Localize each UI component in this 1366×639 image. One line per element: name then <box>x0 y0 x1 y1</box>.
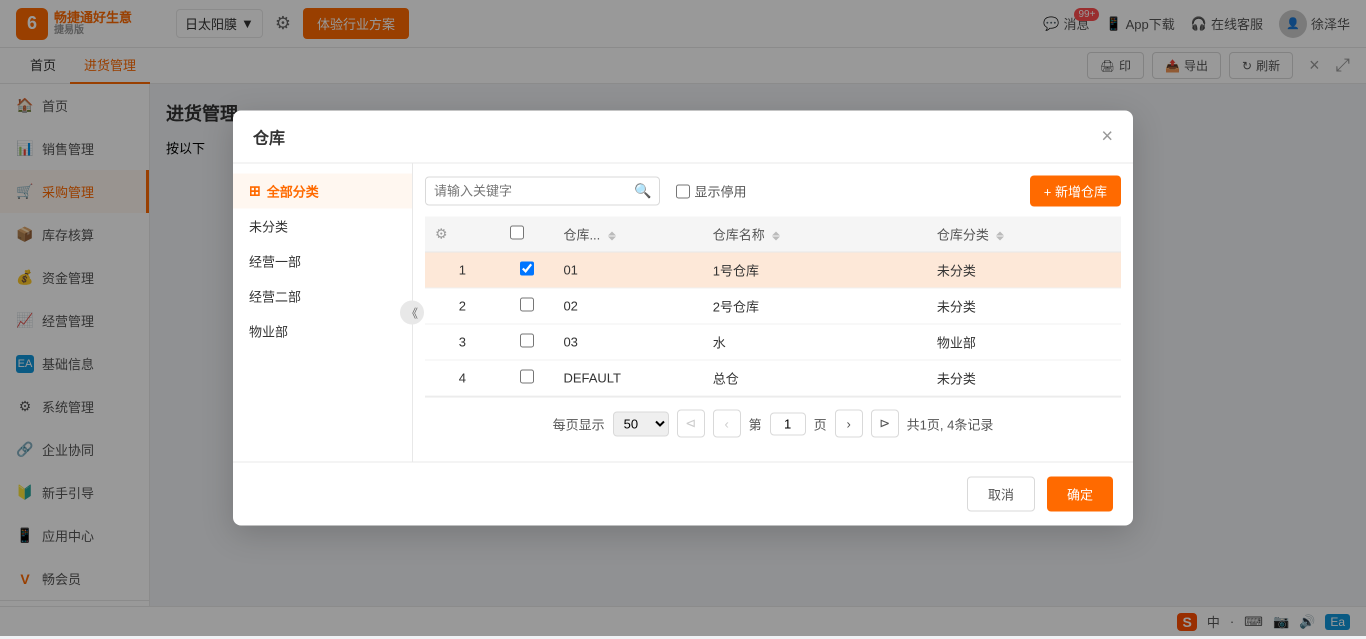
row-check <box>500 324 554 360</box>
table-header-row: ⚙ 仓库... 仓库名称 <box>425 217 1121 253</box>
cancel-button[interactable]: 取消 <box>967 477 1035 512</box>
category-item-ops1[interactable]: 经营一部 <box>233 244 412 279</box>
pagination: 每页显示 10 20 50 100 ⊲ ‹ 第 页 › ⊳ 共1页, 4条记录 <box>425 397 1121 450</box>
category-all-item[interactable]: ⊞ 全部分类 <box>233 174 412 209</box>
first-page-button[interactable]: ⊲ <box>677 410 705 438</box>
category-item-unclassified[interactable]: 未分类 <box>233 209 412 244</box>
row-seq: 1 <box>425 252 500 288</box>
search-wrap: 🔍 <box>425 177 660 206</box>
table-body: 1 01 1号仓库 未分类 2 02 2号仓库 未分类 3 03 水 物业部 4… <box>425 252 1121 396</box>
row-name: 2号仓库 <box>703 288 927 324</box>
row-checkbox[interactable] <box>520 262 534 276</box>
category-item-property[interactable]: 物业部 <box>233 314 412 349</box>
search-input[interactable] <box>426 179 626 204</box>
settings-col-header: ⚙ <box>425 217 500 253</box>
row-name: 总仓 <box>703 360 927 396</box>
dialog-title: 仓库 <box>253 125 285 149</box>
row-check <box>500 288 554 324</box>
show-disabled-checkbox[interactable] <box>676 184 690 198</box>
row-seq: 3 <box>425 324 500 360</box>
row-code: DEFAULT <box>553 360 702 396</box>
row-checkbox[interactable] <box>520 334 534 348</box>
row-seq: 2 <box>425 288 500 324</box>
col-settings-icon[interactable]: ⚙ <box>435 226 448 242</box>
next-page-button[interactable]: › <box>835 410 863 438</box>
collapse-button[interactable]: 《 <box>400 301 424 325</box>
table-row[interactable]: 3 03 水 物业部 <box>425 324 1121 360</box>
page-label: 第 <box>749 414 762 433</box>
search-button[interactable]: 🔍 <box>626 178 659 205</box>
name-sort-icon <box>772 232 780 241</box>
show-disabled-label: 显示停用 <box>694 182 746 201</box>
page-input[interactable] <box>770 412 806 435</box>
total-info: 共1页, 4条记录 <box>907 414 994 433</box>
row-category: 未分类 <box>927 360 1121 396</box>
category-panel: ⊞ 全部分类 未分类 经营一部 经营二部 物业部 《 <box>233 164 413 462</box>
row-seq: 4 <box>425 360 500 396</box>
warehouse-dialog: 仓库 × ⊞ 全部分类 未分类 经营一部 经营二部 物业部 《 🔍 <box>233 111 1133 526</box>
last-page-button[interactable]: ⊳ <box>871 410 899 438</box>
category-item-ops2[interactable]: 经营二部 <box>233 279 412 314</box>
confirm-button[interactable]: 确定 <box>1047 477 1113 512</box>
row-name: 1号仓库 <box>703 252 927 288</box>
dialog-close-button[interactable]: × <box>1101 127 1113 147</box>
row-check <box>500 252 554 288</box>
table-row[interactable]: 2 02 2号仓库 未分类 <box>425 288 1121 324</box>
check-col-header <box>500 217 554 253</box>
category-col-header[interactable]: 仓库分类 <box>927 217 1121 253</box>
code-sort-icon <box>608 232 616 241</box>
grid-icon: ⊞ <box>249 183 261 200</box>
table-toolbar: 🔍 显示停用 + 新增仓库 <box>425 176 1121 207</box>
category-sort-icon <box>996 232 1004 241</box>
table-row[interactable]: 4 DEFAULT 总仓 未分类 <box>425 360 1121 396</box>
dialog-header: 仓库 × <box>233 111 1133 164</box>
table-panel: 🔍 显示停用 + 新增仓库 ⚙ <box>413 164 1133 462</box>
row-check <box>500 360 554 396</box>
dialog-footer: 取消 确定 <box>233 462 1133 526</box>
row-category: 物业部 <box>927 324 1121 360</box>
warehouse-table: ⚙ 仓库... 仓库名称 <box>425 217 1121 397</box>
row-category: 未分类 <box>927 288 1121 324</box>
row-category: 未分类 <box>927 252 1121 288</box>
page-size-select[interactable]: 10 20 50 100 <box>613 411 669 436</box>
page-suffix: 页 <box>814 414 827 433</box>
row-name: 水 <box>703 324 927 360</box>
show-disabled-wrap: 显示停用 <box>676 182 746 201</box>
table-row[interactable]: 1 01 1号仓库 未分类 <box>425 252 1121 288</box>
per-page-label: 每页显示 <box>553 414 605 433</box>
row-code: 02 <box>553 288 702 324</box>
row-code: 03 <box>553 324 702 360</box>
header-checkbox[interactable] <box>510 226 524 240</box>
category-all-label: 全部分类 <box>267 182 319 201</box>
row-checkbox[interactable] <box>520 370 534 384</box>
row-checkbox[interactable] <box>520 298 534 312</box>
name-col-header[interactable]: 仓库名称 <box>703 217 927 253</box>
dialog-body: ⊞ 全部分类 未分类 经营一部 经营二部 物业部 《 🔍 显示停用 + 新增 <box>233 164 1133 462</box>
add-warehouse-button[interactable]: + 新增仓库 <box>1030 176 1121 207</box>
row-code: 01 <box>553 252 702 288</box>
prev-page-button[interactable]: ‹ <box>713 410 741 438</box>
code-col-header[interactable]: 仓库... <box>553 217 702 253</box>
